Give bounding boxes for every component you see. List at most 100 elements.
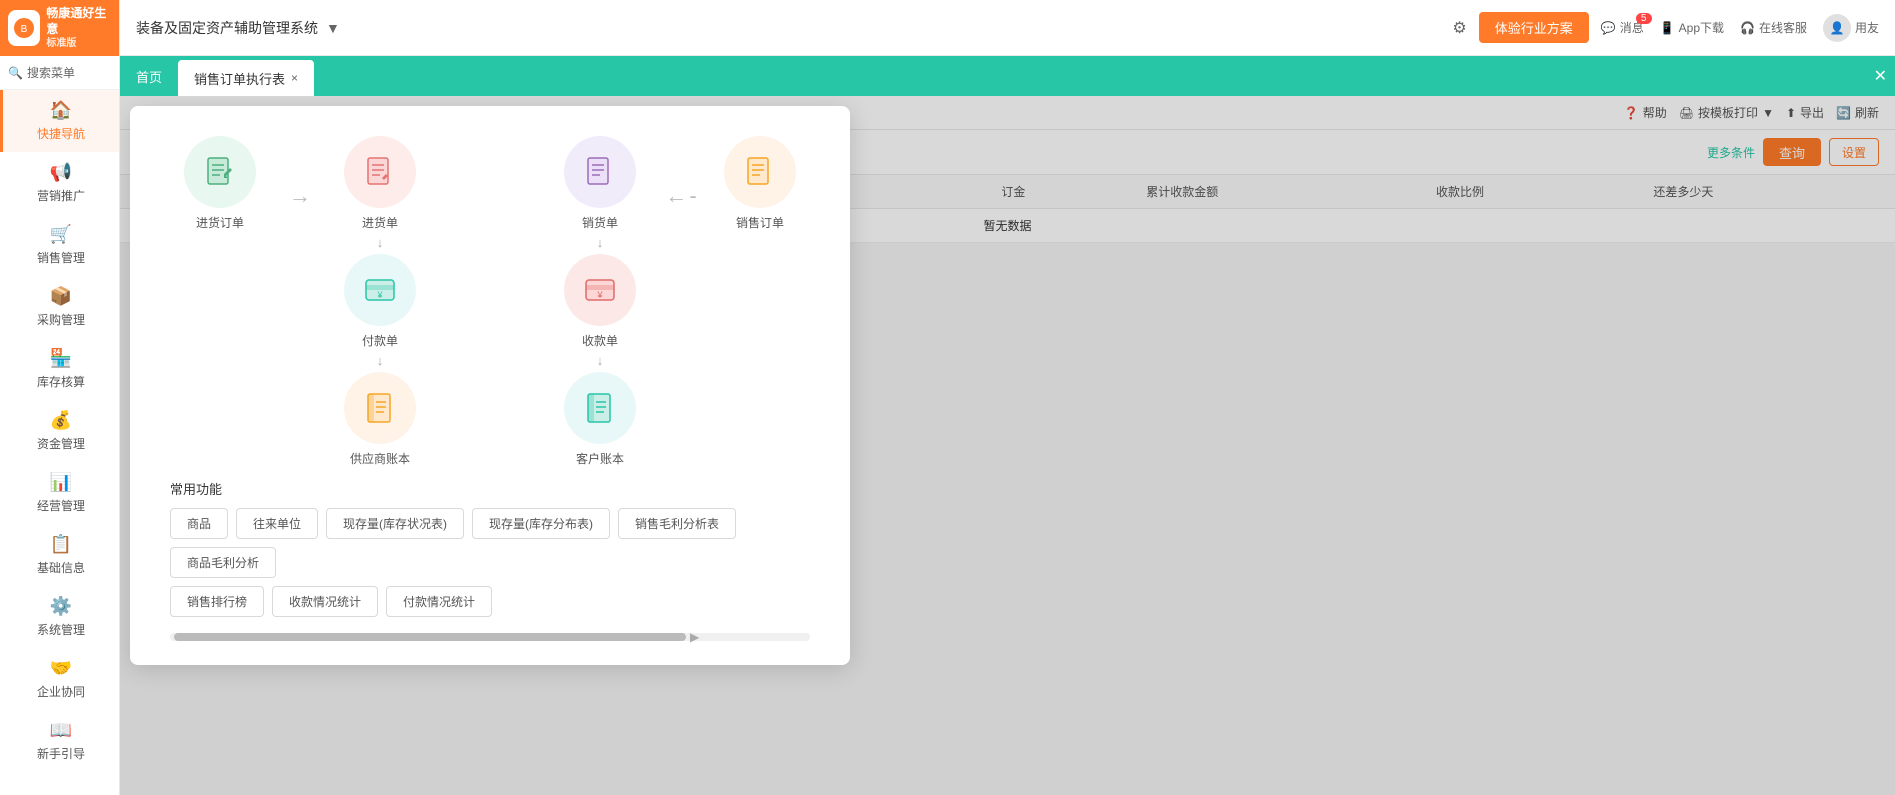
func-btn-goods-gross[interactable]: 商品毛利分析 (170, 547, 276, 578)
common-funcs-title: 常用功能 (170, 479, 810, 498)
purchase-order-circle (184, 136, 256, 208)
scroll-right-arrow[interactable]: ▶ (690, 630, 699, 644)
flow-node-purchase-bill[interactable]: 进货单 (330, 136, 430, 231)
flow-node-sale-order[interactable]: 销售订单 (710, 136, 810, 231)
flow-diagram: 进货订单 → (170, 136, 810, 471)
sidebar-item-finance[interactable]: 💰 资金管理 (0, 400, 119, 462)
operations-icon: 📊 (50, 472, 72, 493)
func-btn-goods[interactable]: 商品 (170, 508, 228, 539)
arrow-sale-order-to-bill: ← - (650, 159, 710, 209)
func-btn-stock-status[interactable]: 现存量(库存状况表) (326, 508, 464, 539)
logo-area: B 畅康通好生意 标准版 (0, 0, 119, 56)
func-btn-payment-stat[interactable]: 付款情况统计 (386, 586, 492, 617)
arrow-down-supplier: ↓ (330, 353, 430, 368)
func-btns-row-2: 销售排行榜 收款情况统计 付款情况统计 (170, 586, 810, 617)
popup-overlay: 进货订单 → (120, 96, 1895, 795)
sidebar-item-purchase[interactable]: 📦 采购管理 (0, 276, 119, 338)
arrow-down-receipt: ↓ (550, 235, 650, 250)
flow-row-1: 进货订单 → (170, 136, 810, 231)
finance-icon: 💰 (50, 410, 72, 431)
app-download-btn[interactable]: 📱 App下载 (1660, 19, 1724, 36)
flow-arrow-down-row: ↓ ↓ (170, 235, 810, 250)
online-service-btn[interactable]: 🎧 在线客服 (1740, 19, 1807, 36)
app-icon: 📱 (1660, 21, 1675, 35)
message-badge: 5 (1636, 13, 1652, 24)
flow-node-sale-bill[interactable]: 销货单 (550, 136, 650, 231)
tab-window-close[interactable]: ✕ (1874, 66, 1887, 86)
system-dropdown[interactable]: ▼ (326, 20, 340, 36)
settings-icon[interactable]: ⚙ (1452, 18, 1466, 38)
arrow-purchase-order-to-bill: → (270, 159, 330, 209)
flow-row-3: 供应商账本 (170, 372, 810, 467)
logo-icon: B (8, 10, 40, 46)
sidebar-item-system[interactable]: ⚙️ 系统管理 (0, 586, 119, 648)
message-btn[interactable]: 💬 消息 5 (1601, 19, 1644, 36)
svg-text:¥: ¥ (376, 290, 383, 300)
sidebar-item-enterprise[interactable]: 🤝 企业协同 (0, 648, 119, 710)
sale-bill-circle (564, 136, 636, 208)
func-btn-receipt-stat[interactable]: 收款情况统计 (272, 586, 378, 617)
logo-text: 畅康通好生意 标准版 (46, 6, 111, 50)
purchase-icon: 📦 (50, 286, 72, 307)
func-btn-sales-rank[interactable]: 销售排行榜 (170, 586, 264, 617)
arrow-down-customer: ↓ (550, 353, 650, 368)
main-area: 装备及固定资产辅助管理系统 ▼ ⚙ 体验行业方案 💬 消息 5 📱 App下载 … (120, 0, 1895, 795)
system-title: 装备及固定资产辅助管理系统 ▼ (136, 18, 1440, 38)
topbar: 装备及固定资产辅助管理系统 ▼ ⚙ 体验行业方案 💬 消息 5 📱 App下载 … (120, 0, 1895, 56)
purchase-bill-circle (344, 136, 416, 208)
basic-icon: 📋 (50, 534, 72, 555)
sidebar-nav: 🏠 快捷导航 📢 营销推广 🛒 销售管理 📦 采购管理 🏪 库存核算 💰 (0, 90, 119, 795)
popup-scrollbar-thumb (174, 633, 686, 641)
topbar-right: 💬 消息 5 📱 App下载 🎧 在线客服 👤 用友 (1601, 14, 1879, 42)
func-btn-partner[interactable]: 往来单位 (236, 508, 318, 539)
sidebar-item-newbie[interactable]: 📖 新手引导 (0, 710, 119, 772)
sales-icon: 🛒 (50, 224, 72, 245)
service-icon: 🎧 (1740, 21, 1755, 35)
arrow-down-payment: ↓ (330, 235, 430, 250)
user-menu[interactable]: 👤 用友 (1823, 14, 1879, 42)
tab-home[interactable]: 首页 (120, 56, 178, 96)
flow-row-2: ¥ 付款单 (170, 254, 810, 349)
flow-node-receipt[interactable]: ¥ 收款单 (550, 254, 650, 349)
func-btns-row-1: 商品 往来单位 现存量(库存状况表) 现存量(库存分布表) 销售毛利分析表 商品… (170, 508, 810, 578)
sidebar-item-inventory[interactable]: 🏪 库存核算 (0, 338, 119, 400)
flow-arrow-down-row-2: ↓ ↓ (170, 353, 810, 368)
sidebar-item-basic[interactable]: 📋 基础信息 (0, 524, 119, 586)
system-icon: ⚙️ (50, 596, 72, 617)
common-funcs: 常用功能 商品 往来单位 现存量(库存状况表) 现存量(库存分布表) 销售毛利分… (170, 479, 810, 617)
marketing-icon: 📢 (50, 162, 72, 183)
popup-panel: 进货订单 → (130, 106, 850, 665)
tab-close-btn[interactable]: × (291, 71, 298, 85)
content-area: ❓ 帮助 🖨 按模板打印 ▼ ⬆ 导出 🔄 刷新 (120, 96, 1895, 795)
svg-text:B: B (21, 24, 28, 35)
flow-node-customer-ledger[interactable]: 客户账本 (550, 372, 650, 467)
flow-node-payment[interactable]: ¥ 付款单 (330, 254, 430, 349)
flow-node-supplier-ledger[interactable]: 供应商账本 (330, 372, 430, 467)
sidebar-item-marketing[interactable]: 📢 营销推广 (0, 152, 119, 214)
avatar: 👤 (1823, 14, 1851, 42)
sidebar-item-operations[interactable]: 📊 经营管理 (0, 462, 119, 524)
search-icon: 🔍 (8, 66, 23, 80)
tabbar: 首页 销售订单执行表 × ✕ (120, 56, 1895, 96)
inventory-icon: 🏪 (50, 348, 72, 369)
sale-order-circle (724, 136, 796, 208)
search-menu[interactable]: 🔍 搜索菜单 (0, 56, 119, 90)
experience-btn[interactable]: 体验行业方案 (1479, 12, 1589, 43)
supplier-ledger-circle (344, 372, 416, 444)
customer-ledger-circle (564, 372, 636, 444)
svg-text:¥: ¥ (596, 290, 603, 300)
sidebar-item-sales[interactable]: 🛒 销售管理 (0, 214, 119, 276)
flow-node-purchase-order[interactable]: 进货订单 (170, 136, 270, 231)
func-btn-stock-dist[interactable]: 现存量(库存分布表) (472, 508, 610, 539)
message-icon: 💬 (1601, 21, 1616, 35)
payment-circle: ¥ (344, 254, 416, 326)
newbie-icon: 📖 (50, 720, 72, 741)
func-btn-sales-gross[interactable]: 销售毛利分析表 (618, 508, 736, 539)
tab-sales-order[interactable]: 销售订单执行表 × (178, 60, 314, 96)
home-icon: 🏠 (50, 100, 72, 121)
enterprise-icon: 🤝 (50, 658, 72, 679)
sidebar-item-quick[interactable]: 🏠 快捷导航 (0, 90, 119, 152)
receipt-circle: ¥ (564, 254, 636, 326)
popup-scrollbar[interactable]: ▶ (170, 633, 810, 641)
sidebar: B 畅康通好生意 标准版 🔍 搜索菜单 🏠 快捷导航 📢 营销推广 🛒 销售管理 (0, 0, 120, 795)
